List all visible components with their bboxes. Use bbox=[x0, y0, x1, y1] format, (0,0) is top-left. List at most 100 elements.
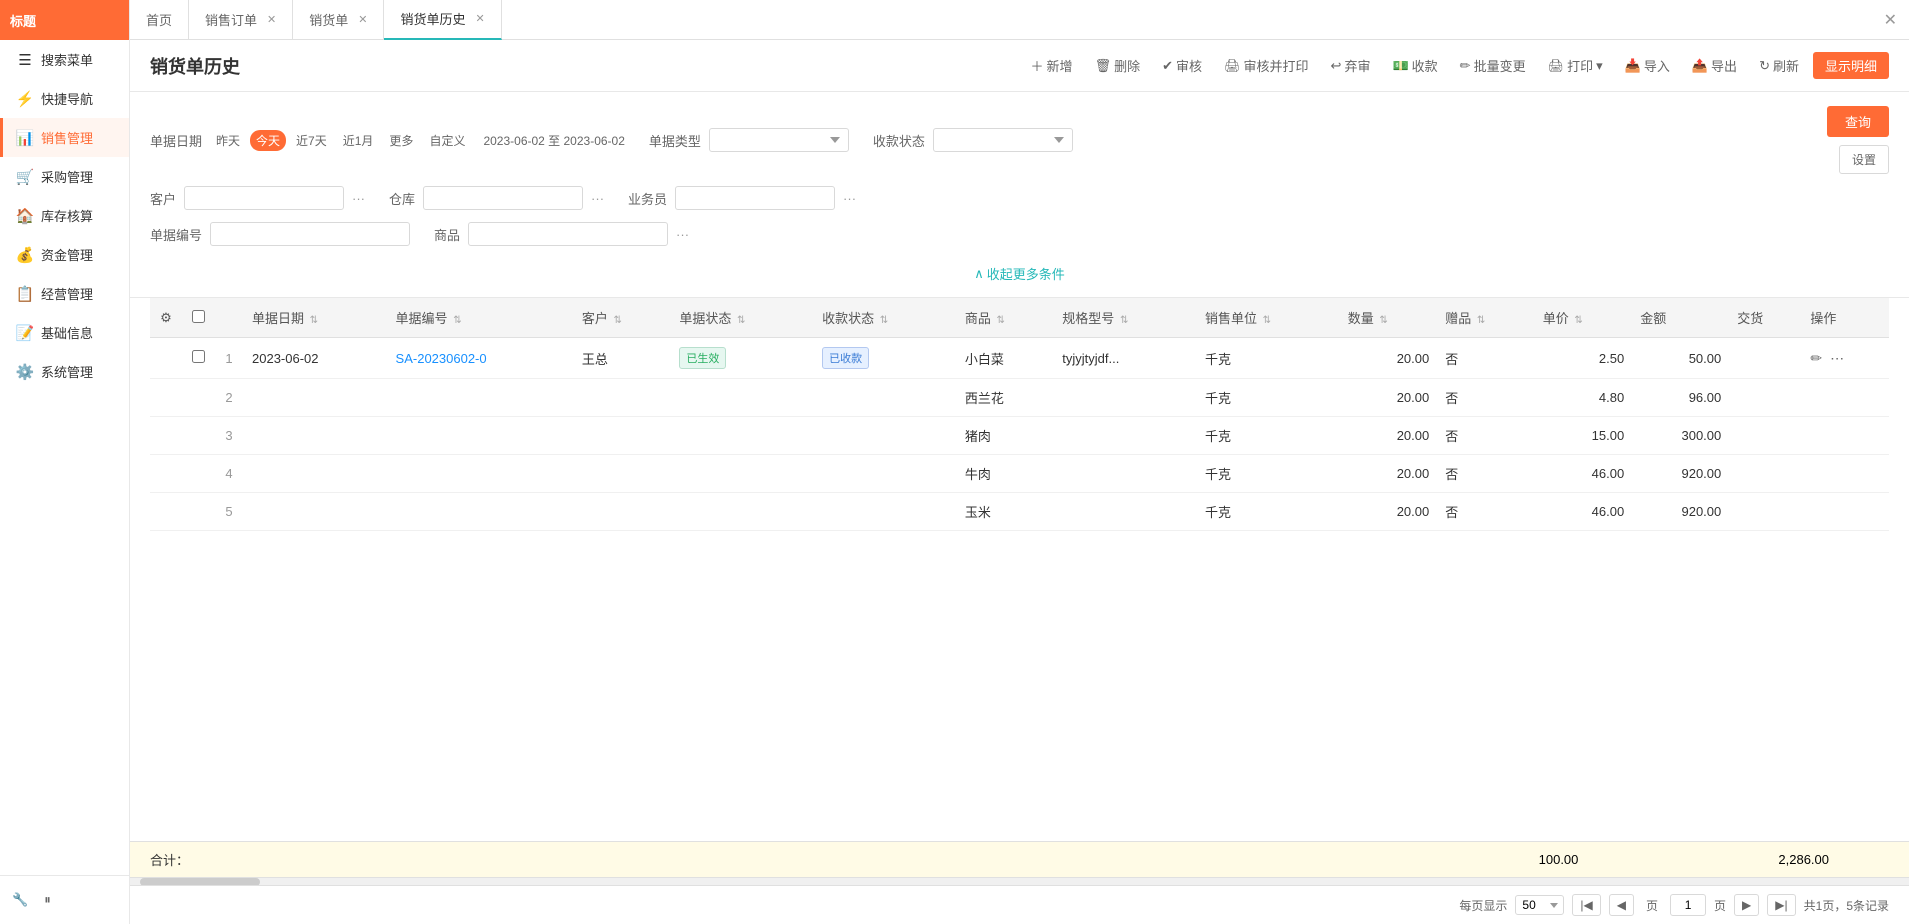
sidebar-item-sales-mgmt[interactable]: 📊 销售管理 bbox=[0, 118, 129, 157]
col-sales-unit[interactable]: 销售单位 ⇅ bbox=[1197, 298, 1340, 338]
col-gear[interactable]: ⚙ bbox=[150, 298, 182, 338]
cell-gift: 否 bbox=[1437, 493, 1534, 531]
cell-checkbox[interactable] bbox=[182, 455, 214, 493]
audit-button[interactable]: ✔ 审核 bbox=[1154, 52, 1210, 79]
cell-doc-date: 2023-06-02 bbox=[244, 338, 388, 379]
page-input[interactable]: 1 bbox=[1670, 894, 1706, 916]
cell-doc-status bbox=[671, 379, 814, 417]
filter-doc-type-select[interactable] bbox=[709, 128, 849, 152]
goods-ellipsis[interactable]: ··· bbox=[676, 227, 689, 242]
warehouse-ellipsis[interactable]: ··· bbox=[591, 191, 604, 206]
new-button[interactable]: ＋ 新增 bbox=[1023, 52, 1081, 79]
filter-customer-input[interactable] bbox=[184, 186, 344, 210]
date-tag-today[interactable]: 今天 bbox=[250, 130, 286, 151]
audit-print-button[interactable]: 🖨 审核并打印 bbox=[1216, 52, 1317, 79]
filter-warehouse-input[interactable] bbox=[423, 186, 583, 210]
sidebar-item-finance-mgmt[interactable]: 💰 资金管理 bbox=[0, 235, 129, 274]
filter-collect-status-select[interactable] bbox=[933, 128, 1073, 152]
filter-goods: 商品 ··· bbox=[434, 222, 689, 246]
tab-sales-history[interactable]: 销货单历史 ✕ bbox=[384, 0, 501, 40]
tab-sales-history-close[interactable]: ✕ bbox=[476, 12, 485, 25]
sidebar-item-quick-nav[interactable]: ⚡ 快捷导航 bbox=[0, 79, 129, 118]
edit-icon[interactable]: ✏ bbox=[1810, 350, 1822, 367]
print-button[interactable]: 🖨 打印 ▾ bbox=[1540, 52, 1611, 79]
customer-ellipsis[interactable]: ··· bbox=[352, 191, 365, 206]
cell-doc-no[interactable] bbox=[388, 417, 574, 455]
audit-print-icon: 🖨 bbox=[1224, 58, 1241, 74]
last-page-button[interactable]: ▶| bbox=[1767, 894, 1795, 916]
date-tag-yesterday[interactable]: 昨天 bbox=[210, 130, 246, 151]
import-button[interactable]: 📥 导入 bbox=[1617, 52, 1678, 79]
cell-doc-no[interactable] bbox=[388, 493, 574, 531]
filter-salesperson-input[interactable] bbox=[675, 186, 835, 210]
refresh-button[interactable]: ↻ 刷新 bbox=[1751, 52, 1807, 79]
per-page-select[interactable]: 50 100 bbox=[1515, 895, 1564, 915]
row-checkbox[interactable] bbox=[192, 350, 205, 363]
date-tag-custom[interactable]: 自定义 bbox=[423, 130, 471, 151]
col-amount[interactable]: 金额 bbox=[1632, 298, 1729, 338]
sidebar-item-label: 库存核算 bbox=[41, 206, 93, 225]
col-unit-price[interactable]: 单价 ⇅ bbox=[1535, 298, 1632, 338]
sidebar-item-search-menu[interactable]: ☰ 搜索菜单 bbox=[0, 40, 129, 79]
cell-unit-price: 2.50 bbox=[1535, 338, 1632, 379]
col-gift[interactable]: 赠品 ⇅ bbox=[1437, 298, 1534, 338]
select-all-checkbox[interactable] bbox=[192, 310, 205, 323]
setting-button[interactable]: 设置 bbox=[1839, 145, 1889, 174]
next-page-button[interactable]: ▶ bbox=[1734, 894, 1759, 916]
col-collect-status[interactable]: 收款状态 ⇅ bbox=[814, 298, 957, 338]
date-tag-7days[interactable]: 近7天 bbox=[290, 130, 333, 151]
batch-change-icon: ✏ bbox=[1460, 58, 1471, 74]
filter-goods-input[interactable] bbox=[468, 222, 668, 246]
sidebar-item-purchase-mgmt[interactable]: 🛒 采购管理 bbox=[0, 157, 129, 196]
sidebar-item-sys-mgmt[interactable]: ⚙️ 系统管理 bbox=[0, 352, 129, 391]
tab-sales-order[interactable]: 销售订单 ✕ bbox=[189, 0, 293, 40]
col-doc-no[interactable]: 单据编号 ⇅ bbox=[388, 298, 574, 338]
date-range-display: 2023-06-02 至 2023-06-02 bbox=[483, 132, 624, 149]
cell-checkbox[interactable] bbox=[182, 379, 214, 417]
tab-bar-close-all[interactable]: ✕ bbox=[1872, 10, 1909, 30]
cell-checkbox[interactable] bbox=[182, 338, 214, 379]
tab-sales-goods[interactable]: 销货单 ✕ bbox=[293, 0, 384, 40]
pause-icon: ⏸ bbox=[44, 892, 51, 908]
tab-sales-order-close[interactable]: ✕ bbox=[267, 13, 276, 26]
more-action-icon[interactable]: ⋯ bbox=[1830, 350, 1844, 367]
col-spec-model[interactable]: 规格型号 ⇅ bbox=[1054, 298, 1197, 338]
tab-sales-goods-label: 销货单 bbox=[309, 10, 348, 29]
filter-doc-no-input[interactable] bbox=[210, 222, 410, 246]
date-tag-1month[interactable]: 近1月 bbox=[337, 130, 380, 151]
abandon-button[interactable]: ↩ 弃审 bbox=[1323, 52, 1379, 79]
cell-amount: 50.00 bbox=[1632, 338, 1729, 379]
show-detail-button[interactable]: 显示明细 bbox=[1813, 52, 1889, 79]
prev-page-button[interactable]: ◀ bbox=[1609, 894, 1634, 916]
collapse-filter-button[interactable]: ∧ 收起更多条件 bbox=[974, 264, 1065, 283]
sidebar-item-inventory[interactable]: 🏠 库存核算 bbox=[0, 196, 129, 235]
tab-home[interactable]: 首页 bbox=[130, 0, 189, 40]
cell-doc-no[interactable]: SA-20230602-0 bbox=[388, 338, 574, 379]
col-quantity[interactable]: 数量 ⇅ bbox=[1340, 298, 1437, 338]
doc-no-link[interactable]: SA-20230602-0 bbox=[396, 351, 487, 366]
scrollbar-row[interactable] bbox=[130, 877, 1909, 885]
collect-button[interactable]: 💵 收款 bbox=[1384, 52, 1445, 79]
first-page-button[interactable]: |◀ bbox=[1572, 894, 1600, 916]
cell-gear bbox=[150, 493, 182, 531]
cell-checkbox[interactable] bbox=[182, 493, 214, 531]
sidebar-item-basic-info[interactable]: 📝 基础信息 bbox=[0, 313, 129, 352]
cell-checkbox[interactable] bbox=[182, 417, 214, 455]
filter-doc-no-label: 单据编号 bbox=[150, 225, 202, 244]
sidebar-bottom-settings[interactable]: 🔧 ⏸ bbox=[0, 884, 129, 916]
export-button[interactable]: 📤 导出 bbox=[1684, 52, 1745, 79]
salesperson-ellipsis[interactable]: ··· bbox=[843, 191, 856, 206]
delete-button[interactable]: 🗑 删除 bbox=[1087, 52, 1149, 79]
filter-doc-type-label: 单据类型 bbox=[649, 131, 701, 150]
date-tag-more[interactable]: 更多 bbox=[383, 130, 419, 151]
col-doc-status[interactable]: 单据状态 ⇅ bbox=[671, 298, 814, 338]
query-button[interactable]: 查询 bbox=[1827, 106, 1889, 137]
sidebar-item-ops-mgmt[interactable]: 📋 经营管理 bbox=[0, 274, 129, 313]
tab-sales-goods-close[interactable]: ✕ bbox=[358, 13, 367, 26]
col-doc-date[interactable]: 单据日期 ⇅ bbox=[244, 298, 388, 338]
col-goods[interactable]: 商品 ⇅ bbox=[957, 298, 1054, 338]
cell-doc-no[interactable] bbox=[388, 379, 574, 417]
cell-doc-no[interactable] bbox=[388, 455, 574, 493]
batch-change-button[interactable]: ✏ 批量变更 bbox=[1452, 52, 1534, 79]
col-customer[interactable]: 客户 ⇅ bbox=[574, 298, 671, 338]
